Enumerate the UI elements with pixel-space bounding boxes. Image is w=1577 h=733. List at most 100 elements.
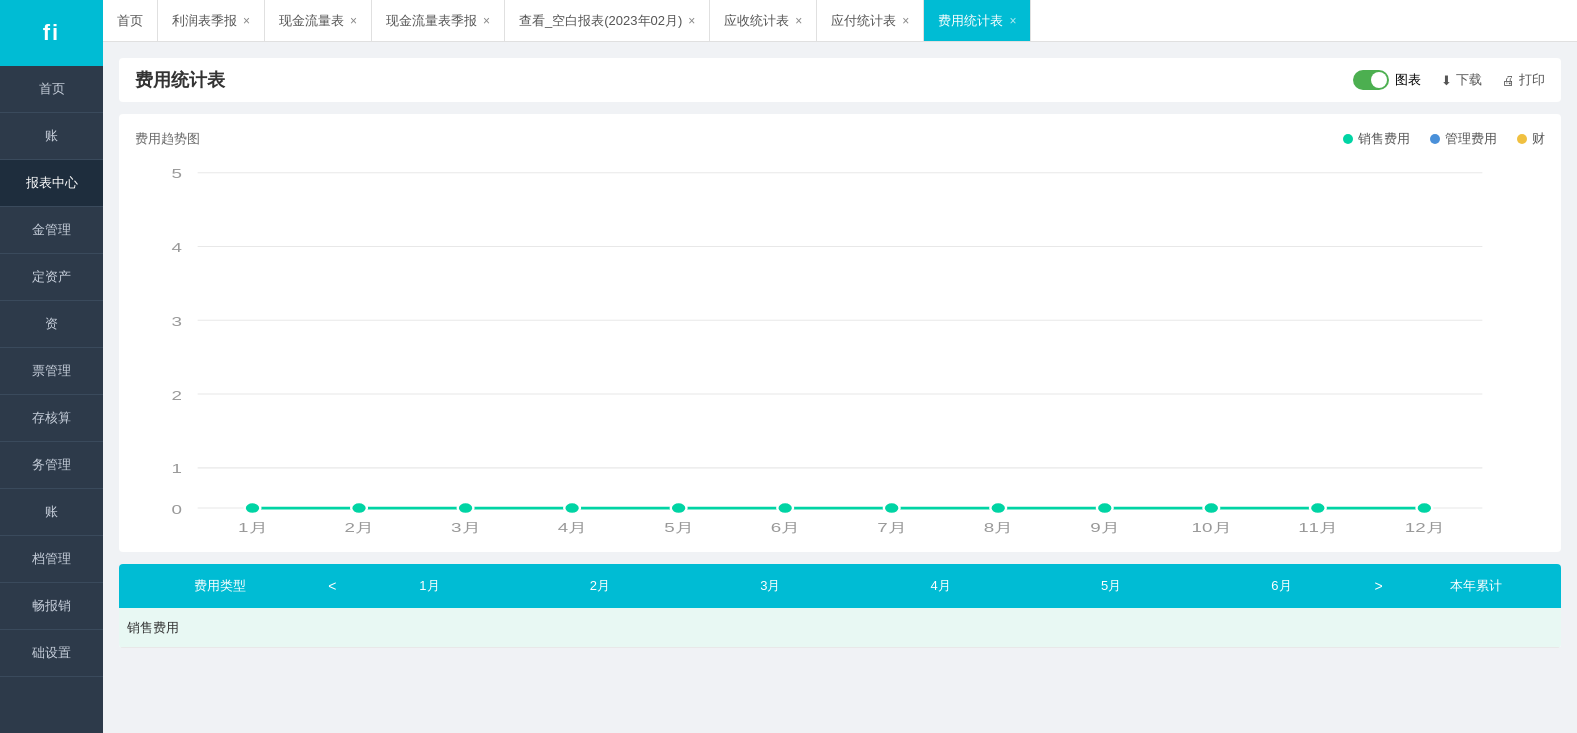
app-logo: fi (0, 0, 103, 66)
tab-bar: 首页 利润表季报 × 现金流量表 × 现金流量表季报 × 查看_空白报表(202… (103, 0, 1577, 42)
legend-admin: 管理费用 (1430, 130, 1497, 148)
svg-text:6月: 6月 (771, 519, 800, 534)
svg-point-25 (351, 502, 367, 513)
print-icon: 🖨 (1502, 73, 1515, 88)
sidebar-item-fund[interactable]: 金管理 (0, 207, 103, 254)
td-m6-sales (1196, 618, 1366, 638)
page-title: 费用统计表 (135, 68, 225, 92)
sidebar-item-receivable[interactable]: 账 (0, 489, 103, 536)
svg-point-30 (884, 502, 900, 513)
svg-point-24 (245, 502, 261, 513)
download-button[interactable]: ⬇ 下载 (1441, 71, 1482, 89)
svg-text:10月: 10月 (1192, 519, 1231, 534)
tab-close-cashflow-q[interactable]: × (483, 14, 490, 28)
tab-home[interactable]: 首页 (103, 0, 158, 42)
legend-dot-finance (1517, 134, 1527, 144)
td-m2-sales (515, 618, 685, 638)
svg-text:5月: 5月 (664, 519, 693, 534)
svg-text:8月: 8月 (984, 519, 1013, 534)
th-ytd: 本年累计 (1391, 577, 1561, 595)
th-next-nav[interactable]: > (1367, 578, 1391, 594)
tab-cashflow-q[interactable]: 现金流量表季报 × (372, 0, 505, 42)
svg-point-27 (564, 502, 580, 513)
th-m1: 1月 (344, 577, 514, 595)
chart-legend: 销售费用 管理费用 财 (1343, 130, 1545, 148)
svg-text:3月: 3月 (451, 519, 480, 534)
td-m5-sales (1026, 618, 1196, 638)
tab-close-expense-stat[interactable]: × (1009, 14, 1016, 28)
svg-text:11月: 11月 (1298, 519, 1337, 534)
sidebar-item-archive[interactable]: 档管理 (0, 536, 103, 583)
chart-title: 费用趋势图 (135, 130, 200, 148)
legend-dot-admin (1430, 134, 1440, 144)
legend-finance: 财 (1517, 130, 1545, 148)
legend-dot-sales (1343, 134, 1353, 144)
legend-label-admin: 管理费用 (1445, 130, 1497, 148)
svg-point-28 (671, 502, 687, 513)
sidebar-item-ticket[interactable]: 票管理 (0, 348, 103, 395)
svg-text:4: 4 (172, 240, 182, 255)
sidebar-item-fixed-assets[interactable]: 定资产 (0, 254, 103, 301)
svg-text:0: 0 (172, 501, 182, 516)
table-row-sales: 销售费用 (119, 608, 1561, 648)
chart-toggle-wrap: 图表 (1353, 70, 1421, 90)
tab-close-payable-stat[interactable]: × (902, 14, 909, 28)
sidebar: fi 首页 账 报表中心 金管理 定资产 资 票管理 存核算 务管理 账 档管理… (0, 0, 103, 733)
sidebar-item-writeoff[interactable]: 畅报销 (0, 583, 103, 630)
svg-text:1: 1 (172, 461, 182, 476)
chart-header: 费用趋势图 销售费用 管理费用 财 (135, 130, 1545, 148)
svg-text:12月: 12月 (1405, 519, 1444, 534)
svg-text:3: 3 (172, 314, 182, 329)
svg-text:2: 2 (172, 387, 182, 402)
td-m4-sales (855, 618, 1025, 638)
tab-expense-stat[interactable]: 费用统计表 × (924, 0, 1031, 42)
line-chart-svg: 5 4 3 2 1 0 1月 2月 3月 (135, 156, 1545, 536)
sidebar-item-investment[interactable]: 资 (0, 301, 103, 348)
sidebar-item-account[interactable]: 账 (0, 113, 103, 160)
print-button[interactable]: 🖨 打印 (1502, 71, 1545, 89)
svg-point-26 (458, 502, 474, 513)
th-m2: 2月 (515, 577, 685, 595)
chart-toggle[interactable] (1353, 70, 1389, 90)
tab-close-receivable-stat[interactable]: × (795, 14, 802, 28)
print-label: 打印 (1519, 71, 1545, 89)
tab-close-profit[interactable]: × (243, 14, 250, 28)
download-label: 下载 (1456, 71, 1482, 89)
tab-close-cashflow[interactable]: × (350, 14, 357, 28)
sidebar-item-inventory[interactable]: 存核算 (0, 395, 103, 442)
td-ytd-sales (1391, 618, 1561, 638)
main-content: 首页 利润表季报 × 现金流量表 × 现金流量表季报 × 查看_空白报表(202… (103, 0, 1577, 733)
tab-cashflow[interactable]: 现金流量表 × (265, 0, 372, 42)
sidebar-item-settings[interactable]: 础设置 (0, 630, 103, 677)
sidebar-item-home[interactable]: 首页 (0, 66, 103, 113)
legend-label-sales: 销售费用 (1358, 130, 1410, 148)
page-header: 费用统计表 图表 ⬇ 下载 🖨 打印 (119, 58, 1561, 102)
th-type: 费用类型 (119, 577, 320, 595)
sidebar-item-service[interactable]: 务管理 (0, 442, 103, 489)
legend-sales: 销售费用 (1343, 130, 1410, 148)
th-m4: 4月 (855, 577, 1025, 595)
chart-container: 5 4 3 2 1 0 1月 2月 3月 (135, 156, 1545, 536)
tab-blank-report[interactable]: 查看_空白报表(2023年02月) × (505, 0, 710, 42)
svg-point-32 (1097, 502, 1113, 513)
table-header: 费用类型 < 1月 2月 3月 4月 5月 6月 > 本年累计 (119, 564, 1561, 608)
th-m3: 3月 (685, 577, 855, 595)
tab-close-blank-report[interactable]: × (688, 14, 695, 28)
content-area: 费用统计表 图表 ⬇ 下载 🖨 打印 费用趋势图 (103, 42, 1577, 733)
tab-receivable-stat[interactable]: 应收统计表 × (710, 0, 817, 42)
tab-payable-stat[interactable]: 应付统计表 × (817, 0, 924, 42)
svg-point-33 (1203, 502, 1219, 513)
chart-toggle-label: 图表 (1395, 71, 1421, 89)
th-m6: 6月 (1196, 577, 1366, 595)
header-actions: 图表 ⬇ 下载 🖨 打印 (1353, 70, 1545, 90)
tab-profit[interactable]: 利润表季报 × (158, 0, 265, 42)
svg-text:7月: 7月 (877, 519, 906, 534)
th-m5: 5月 (1026, 577, 1196, 595)
legend-label-finance: 财 (1532, 130, 1545, 148)
th-prev-nav[interactable]: < (320, 578, 344, 594)
svg-point-34 (1310, 502, 1326, 513)
svg-text:1月: 1月 (238, 519, 267, 534)
svg-point-35 (1417, 502, 1433, 513)
svg-point-31 (990, 502, 1006, 513)
sidebar-item-report-center[interactable]: 报表中心 (0, 160, 103, 207)
